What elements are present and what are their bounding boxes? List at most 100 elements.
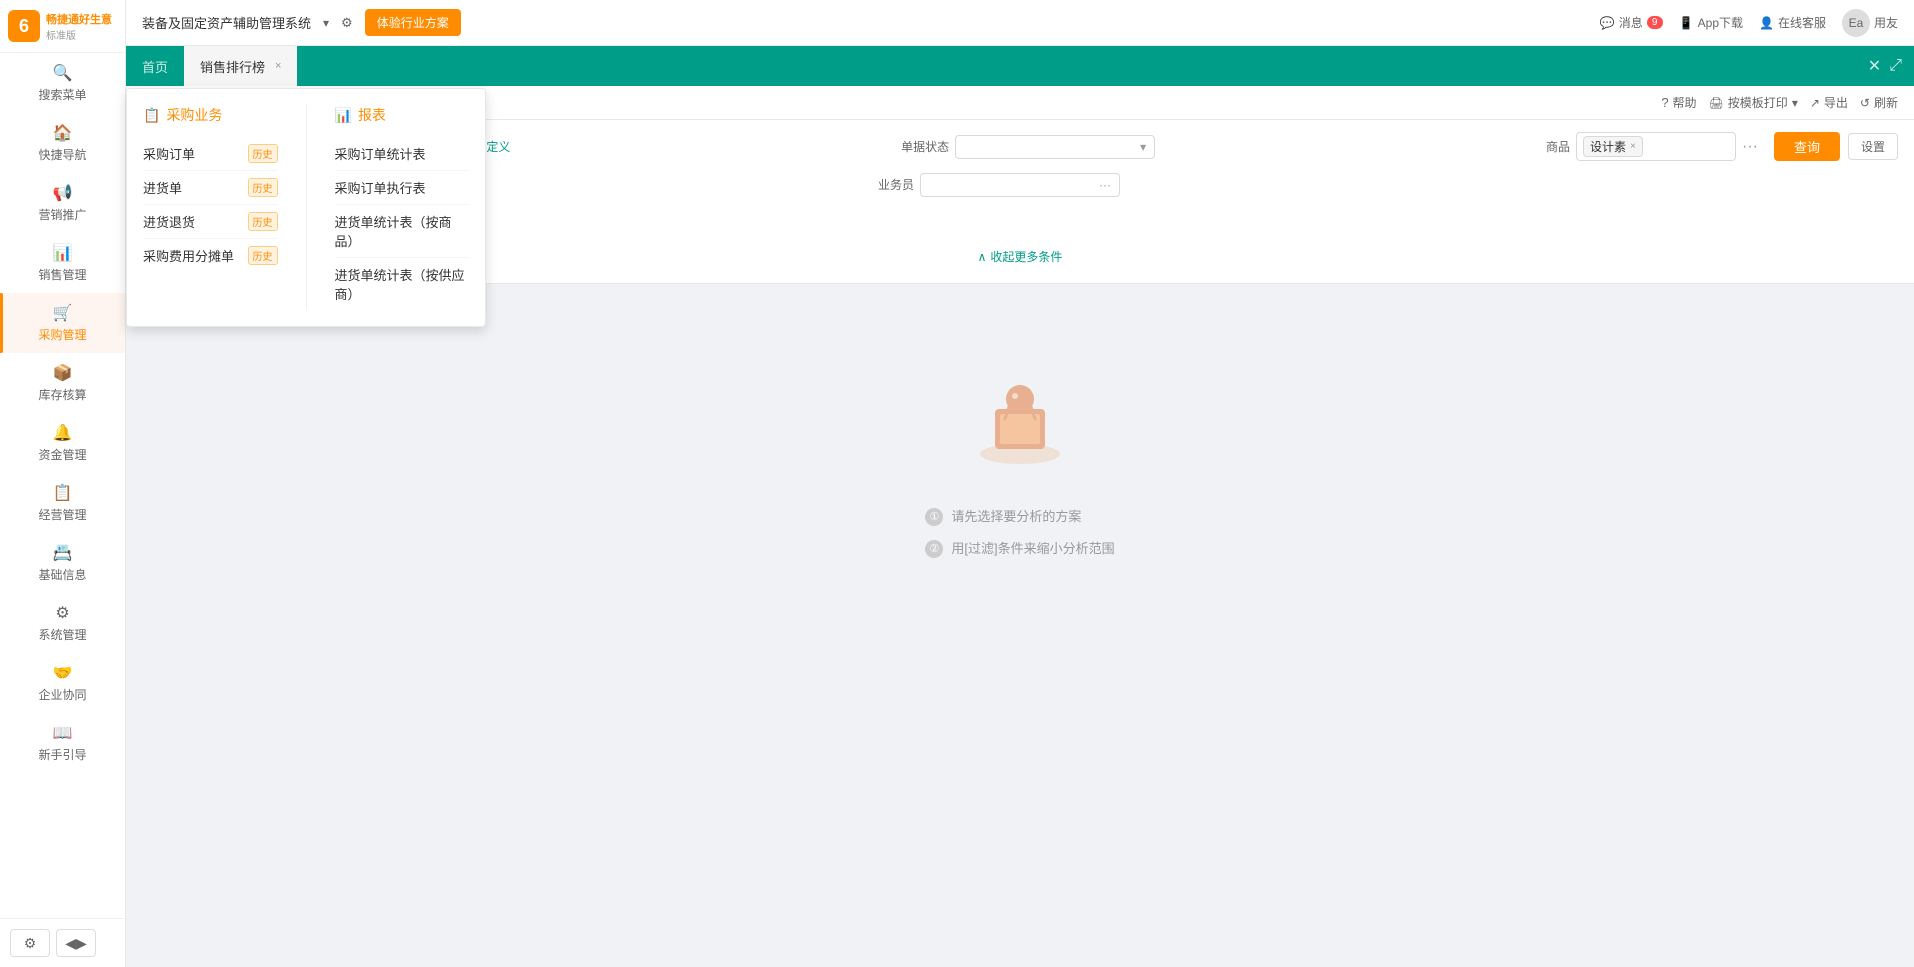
- export-label: 导出: [1824, 94, 1848, 111]
- tab-home[interactable]: 首页: [126, 46, 184, 86]
- tip-num-1: ①: [925, 508, 943, 526]
- search-icon: 🔍: [53, 63, 73, 83]
- sidebar-item-enterprise[interactable]: 🤝 企业协同: [0, 653, 125, 713]
- history-badge-2: 历史: [248, 178, 278, 197]
- dropdown-col1-title: 📋 采购业务: [143, 105, 278, 125]
- purchase-order-label: 采购订单: [143, 144, 195, 163]
- history-badge-4: 历史: [248, 246, 278, 265]
- tab-home-label: 首页: [142, 57, 168, 76]
- dropdown-item-receipt-supplier[interactable]: 进货单统计表（按供应商）: [335, 258, 470, 310]
- goods-more-btn[interactable]: ···: [1742, 138, 1758, 156]
- app-download-label: App下载: [1698, 14, 1743, 31]
- dropdown-item-po-exec[interactable]: 采购订单执行表: [335, 171, 470, 205]
- sidebar-item-marketing[interactable]: 📢 营销推广: [0, 173, 125, 233]
- tab-close-icon[interactable]: ×: [275, 60, 281, 72]
- sidebar-bottom: ⚙ ◀▶: [0, 918, 125, 967]
- po-exec-label: 采购订单执行表: [335, 178, 426, 197]
- salesman-filter: 业务员 ···: [878, 173, 1120, 197]
- sidebar-item-quick-nav[interactable]: 🏠 快捷导航: [0, 113, 125, 173]
- messages-label: 消息: [1619, 14, 1643, 31]
- goods-select[interactable]: 设计素 ×: [1576, 132, 1736, 161]
- dropdown-item-goods-return[interactable]: 进货退货 历史: [143, 205, 278, 239]
- industry-btn[interactable]: 体验行业方案: [365, 9, 461, 36]
- doc-status-select[interactable]: ▾: [955, 135, 1155, 159]
- header-dropdown-icon[interactable]: ▾: [323, 16, 329, 30]
- print-label: 按模板打印: [1728, 94, 1788, 111]
- empty-illustration: [960, 364, 1080, 484]
- salesman-select[interactable]: ···: [920, 173, 1120, 197]
- sales-icon: 📊: [53, 243, 73, 263]
- print-btn[interactable]: 🖨 按模板打印 ▾: [1709, 94, 1798, 111]
- sidebar-item-operation[interactable]: 📋 经营管理: [0, 473, 125, 533]
- refresh-btn[interactable]: ↺ 刷新: [1860, 94, 1898, 111]
- online-service-item[interactable]: 👤 在线客服: [1759, 14, 1826, 31]
- tip-text-2: 用[过滤]条件来缩小分析范围: [951, 536, 1114, 562]
- service-icon: 👤: [1759, 16, 1774, 30]
- logo-icon: 6: [8, 10, 40, 42]
- messages-item[interactable]: 💬 消息 9: [1600, 14, 1663, 31]
- help-icon: ?: [1661, 95, 1668, 110]
- refresh-icon: ↺: [1860, 96, 1870, 110]
- dropdown-item-goods-receipt[interactable]: 进货单 历史: [143, 171, 278, 205]
- goods-tag-close[interactable]: ×: [1630, 141, 1636, 152]
- message-icon: 💬: [1600, 16, 1615, 30]
- doc-status-label: 单据状态: [901, 138, 949, 155]
- history-badge-1: 历史: [248, 144, 278, 163]
- dropdown-item-receipt-goods[interactable]: 进货单统计表（按商品）: [335, 205, 470, 258]
- operation-icon: 📋: [53, 483, 73, 503]
- receipt-goods-label: 进货单统计表（按商品）: [335, 212, 470, 250]
- top-header: 装备及固定资产辅助管理系统 ▾ ⚙ 体验行业方案 💬 消息 9 📱 App下载 …: [126, 0, 1914, 46]
- sidebar-item-basic-info[interactable]: 📇 基础信息: [0, 533, 125, 593]
- help-btn[interactable]: ? 帮助: [1661, 94, 1696, 111]
- sidebar-item-purchase[interactable]: 🛒 采购管理: [0, 293, 125, 353]
- dropdown-col-purchase: 📋 采购业务 采购订单 历史 进货单 历史 进货退货 历史 采购费用分摊单 历史: [143, 105, 278, 310]
- sidebar-settings-btn[interactable]: ⚙: [10, 929, 50, 957]
- goods-filter: 商品 设计素 × ···: [1546, 132, 1758, 161]
- settings-button[interactable]: 设置: [1848, 133, 1898, 160]
- collapse-up-icon: ∧: [978, 250, 987, 264]
- goods-label: 商品: [1546, 138, 1570, 155]
- avatar-label: Ea: [1849, 16, 1864, 30]
- collapse-label: 收起更多条件: [990, 248, 1062, 265]
- sidebar-item-system[interactable]: ⚙ 系统管理: [0, 593, 125, 653]
- dropdown-item-purchase-expense[interactable]: 采购费用分摊单 历史: [143, 239, 278, 272]
- doc-status-dropdown-icon: ▾: [1140, 140, 1146, 154]
- purchase-biz-icon: 📋: [143, 107, 160, 124]
- goods-return-label: 进货退货: [143, 212, 195, 231]
- purchase-dropdown-menu: 📋 采购业务 采购订单 历史 进货单 历史 进货退货 历史 采购费用分摊单 历史…: [126, 88, 486, 327]
- sidebar-collapse-btn[interactable]: ◀▶: [56, 929, 96, 957]
- goods-tag: 设计素 ×: [1583, 136, 1643, 157]
- app-download-item[interactable]: 📱 App下载: [1679, 14, 1743, 31]
- sidebar-item-search[interactable]: 🔍 搜索菜单: [0, 53, 125, 113]
- print-dropdown-icon: ▾: [1792, 96, 1798, 110]
- salesman-label: 业务员: [878, 176, 914, 193]
- collapse-btn[interactable]: ∧ 收起更多条件: [978, 242, 1063, 271]
- user-item[interactable]: Ea 用友: [1842, 9, 1898, 37]
- finance-icon: 🔔: [53, 423, 73, 443]
- dropdown-item-purchase-order[interactable]: 采购订单 历史: [143, 137, 278, 171]
- export-btn[interactable]: ↗ 导出: [1810, 94, 1848, 111]
- dropdown-item-po-stats[interactable]: 采购订单统计表: [335, 137, 470, 171]
- home-icon: 🏠: [53, 123, 73, 143]
- tab-close-btn[interactable]: ✕: [1868, 56, 1881, 76]
- tab-expand-btn[interactable]: ⤢: [1889, 57, 1902, 75]
- sidebar-item-sales[interactable]: 📊 销售管理: [0, 233, 125, 293]
- sidebar-logo: 6 畅捷通好生意 标准版: [0, 0, 125, 53]
- active-indicator: [0, 293, 3, 353]
- report-icon: 📊: [335, 107, 352, 124]
- online-service-label: 在线客服: [1778, 14, 1826, 31]
- sidebar-item-finance[interactable]: 🔔 资金管理: [0, 413, 125, 473]
- phone-icon: 📱: [1679, 16, 1694, 30]
- guide-icon: 📖: [53, 723, 73, 743]
- system-title: 装备及固定资产辅助管理系统: [142, 13, 311, 32]
- sidebar-item-guide[interactable]: 📖 新手引导: [0, 713, 125, 773]
- tab-sales-ranking[interactable]: 销售排行榜 ×: [184, 46, 297, 86]
- goods-receipt-label: 进货单: [143, 178, 182, 197]
- sidebar-item-inventory[interactable]: 📦 库存核算: [0, 353, 125, 413]
- refresh-label: 刷新: [1874, 94, 1898, 111]
- header-settings-icon[interactable]: ⚙: [341, 15, 353, 31]
- help-label: 帮助: [1673, 94, 1697, 111]
- query-button[interactable]: 查询: [1774, 132, 1840, 161]
- goods-tag-label: 设计素: [1590, 138, 1626, 155]
- dropdown-col-report: 📊 报表 采购订单统计表 采购订单执行表 进货单统计表（按商品） 进货单统计表（…: [335, 105, 470, 310]
